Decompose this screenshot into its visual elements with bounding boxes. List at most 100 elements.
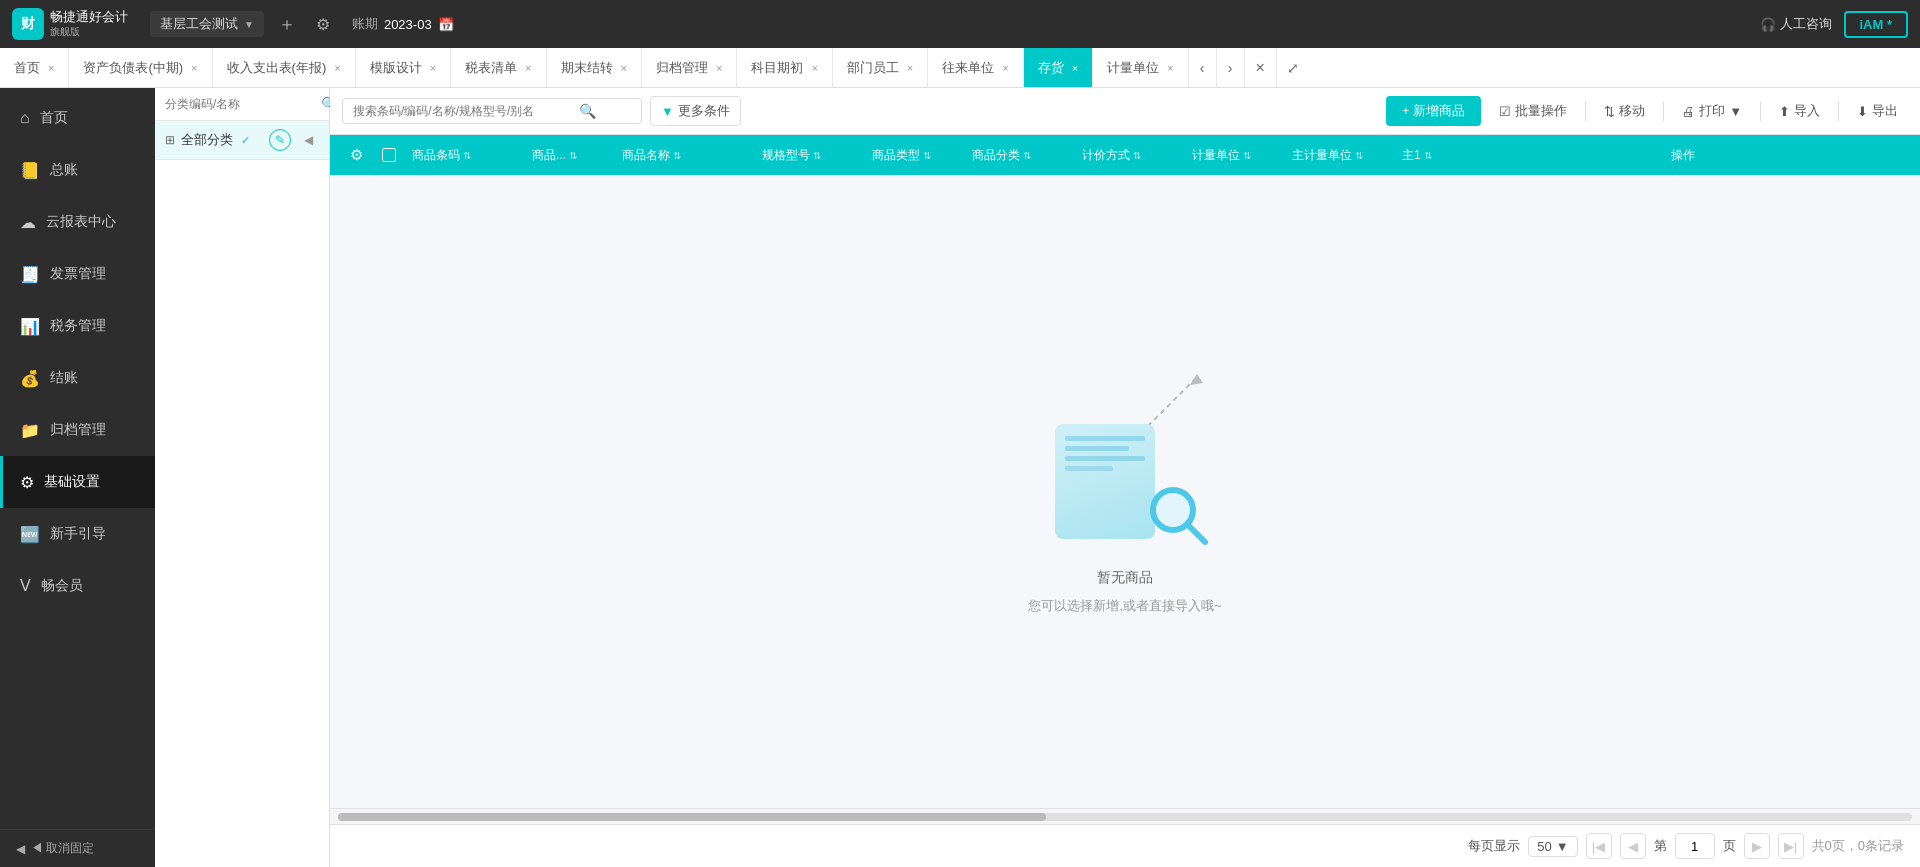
col-barcode[interactable]: 商品条码 ⇅ xyxy=(404,147,524,164)
page-next-button[interactable]: ▶ xyxy=(1744,833,1770,859)
tab-dept-close[interactable]: × xyxy=(907,62,913,74)
add-product-button[interactable]: + 新增商品 xyxy=(1386,96,1481,126)
product-search-input[interactable] xyxy=(353,104,573,118)
batch-operation-button[interactable]: ☑ 批量操作 xyxy=(1489,97,1577,125)
company-arrow-icon: ▼ xyxy=(244,19,254,30)
tab-period-end[interactable]: 期末结转 × xyxy=(547,48,642,88)
move-button[interactable]: ⇅ 移动 xyxy=(1594,97,1655,125)
col-check[interactable] xyxy=(374,148,404,162)
page-prev-button[interactable]: ◀ xyxy=(1620,833,1646,859)
col-type[interactable]: 商品类型 ⇅ xyxy=(864,147,964,164)
tab-home-close[interactable]: × xyxy=(48,62,54,74)
tab-income-close[interactable]: × xyxy=(334,62,340,74)
sidebar-ledger-label: 总账 xyxy=(50,161,78,179)
col-main-unit[interactable]: 主计量单位 ⇅ xyxy=(1284,147,1394,164)
settings-icon[interactable]: ⚙ xyxy=(310,15,336,34)
sort-barcode-icon[interactable]: ⇅ xyxy=(463,150,471,161)
import-button[interactable]: ⬆ 导入 xyxy=(1769,97,1830,125)
sort-category-icon[interactable]: ⇅ xyxy=(1023,150,1031,161)
more-filter-button[interactable]: ▼ 更多条件 xyxy=(650,96,741,126)
sidebar-item-archive[interactable]: 📁 归档管理 xyxy=(0,404,155,456)
sort-num-icon[interactable]: ⇅ xyxy=(1424,150,1432,161)
sort-code-icon[interactable]: ⇅ xyxy=(569,150,577,161)
col-spec-label: 规格型号 xyxy=(762,147,810,164)
sort-name-icon[interactable]: ⇅ xyxy=(673,150,681,161)
tab-expand[interactable]: ⤢ xyxy=(1277,48,1309,88)
collapse-panel-button[interactable]: ◀ xyxy=(297,129,319,151)
export-button[interactable]: ⬇ 导出 xyxy=(1847,97,1908,125)
classification-search-input[interactable] xyxy=(165,97,315,111)
tab-income[interactable]: 收入支出表(年报) × xyxy=(213,48,356,88)
tab-subject[interactable]: 科目期初 × xyxy=(737,48,832,88)
tab-home[interactable]: 首页 × xyxy=(0,48,69,88)
page-number-input[interactable] xyxy=(1675,833,1715,859)
tab-inventory[interactable]: 存货 × xyxy=(1024,48,1093,88)
sidebar-item-basic[interactable]: ⚙ 基础设置 xyxy=(0,456,155,508)
col-spec[interactable]: 规格型号 ⇅ xyxy=(754,147,864,164)
tab-scroll-right[interactable]: › xyxy=(1217,48,1245,88)
iam-button[interactable]: iAM * xyxy=(1844,11,1909,38)
sort-type-icon[interactable]: ⇅ xyxy=(923,150,931,161)
tab-contact-close[interactable]: × xyxy=(1002,62,1008,74)
scrollbar-thumb[interactable] xyxy=(338,813,1046,821)
tab-period-end-close[interactable]: × xyxy=(621,62,627,74)
tab-subject-close[interactable]: × xyxy=(811,62,817,74)
sidebar-item-home[interactable]: ⌂ 首页 xyxy=(0,92,155,144)
col-price[interactable]: 计价方式 ⇅ xyxy=(1074,147,1184,164)
scrollbar-track[interactable] xyxy=(338,813,1912,821)
sidebar-guide-label: 新手引导 xyxy=(50,525,106,543)
sort-spec-icon[interactable]: ⇅ xyxy=(813,150,821,161)
col-code[interactable]: 商品... ⇅ xyxy=(524,147,614,164)
all-classification-row[interactable]: ⊞ 全部分类 ✓ ✎ ◀ xyxy=(155,121,329,160)
col-unit[interactable]: 计量单位 ⇅ xyxy=(1184,147,1284,164)
sidebar-item-member[interactable]: V 畅会员 xyxy=(0,560,155,612)
tab-scroll-left[interactable]: ‹ xyxy=(1189,48,1217,88)
tab-template[interactable]: 模版设计 × xyxy=(356,48,451,88)
tab-template-close[interactable]: × xyxy=(430,62,436,74)
tab-asset-close[interactable]: × xyxy=(191,62,197,74)
column-settings-icon[interactable]: ⚙ xyxy=(350,146,363,164)
col-category[interactable]: 商品分类 ⇅ xyxy=(964,147,1074,164)
tab-unit[interactable]: 计量单位 × xyxy=(1093,48,1188,88)
sidebar-item-cloud[interactable]: ☁ 云报表中心 xyxy=(0,196,155,248)
page-size-select[interactable]: 50 ▼ xyxy=(1528,836,1577,857)
consulting-button[interactable]: 🎧 人工咨询 xyxy=(1760,15,1832,33)
sort-unit-icon[interactable]: ⇅ xyxy=(1243,150,1251,161)
tab-contact[interactable]: 往来单位 × xyxy=(928,48,1023,88)
edit-classification-button[interactable]: ✎ xyxy=(269,129,291,151)
print-button[interactable]: 🖨 打印 ▼ xyxy=(1672,97,1752,125)
col-num-label: 主1 xyxy=(1402,147,1421,164)
col-settings[interactable]: ⚙ xyxy=(338,146,374,164)
page-first-button[interactable]: |◀ xyxy=(1586,833,1612,859)
pagination-row: 每页显示 50 ▼ |◀ ◀ 第 页 ▶ ▶| 共0页，0条记录 xyxy=(330,824,1920,867)
tab-asset[interactable]: 资产负债表(中期) × xyxy=(69,48,212,88)
sort-main-unit-icon[interactable]: ⇅ xyxy=(1355,150,1363,161)
select-all-checkbox[interactable] xyxy=(382,148,396,162)
sidebar-item-close[interactable]: 💰 结账 xyxy=(0,352,155,404)
tab-inventory-close[interactable]: × xyxy=(1072,62,1078,74)
sidebar-item-invoice[interactable]: 🧾 发票管理 xyxy=(0,248,155,300)
horizontal-scrollbar[interactable] xyxy=(330,808,1920,824)
tab-tax[interactable]: 税表清单 × xyxy=(451,48,546,88)
sidebar-item-tax[interactable]: 📊 税务管理 xyxy=(0,300,155,352)
tab-dept[interactable]: 部门员工 × xyxy=(833,48,928,88)
calendar-icon[interactable]: 📅 xyxy=(438,17,454,32)
col-name[interactable]: 商品名称 ⇅ xyxy=(614,147,754,164)
col-num[interactable]: 主1 ⇅ xyxy=(1394,147,1454,164)
sidebar-item-ledger[interactable]: 📒 总账 xyxy=(0,144,155,196)
unpin-sidebar-button[interactable]: ◀ ◀ 取消固定 xyxy=(0,829,155,867)
tab-unit-close[interactable]: × xyxy=(1167,62,1173,74)
tab-archive[interactable]: 归档管理 × xyxy=(642,48,737,88)
sidebar-tax-label: 税务管理 xyxy=(50,317,106,335)
tab-tax-close[interactable]: × xyxy=(525,62,531,74)
tab-close-all[interactable]: × xyxy=(1245,48,1277,88)
sidebar-item-guide[interactable]: 🆕 新手引导 xyxy=(0,508,155,560)
add-workspace-button[interactable]: ＋ xyxy=(272,12,302,36)
sidebar-member-label: 畅会员 xyxy=(41,577,83,595)
page-last-button[interactable]: ▶| xyxy=(1778,833,1804,859)
tab-archive-close[interactable]: × xyxy=(716,62,722,74)
product-search-icon[interactable]: 🔍 xyxy=(579,103,596,119)
close-account-icon: 💰 xyxy=(20,369,40,388)
sort-price-icon[interactable]: ⇅ xyxy=(1133,150,1141,161)
company-selector[interactable]: 基层工会测试 ▼ xyxy=(150,11,264,37)
